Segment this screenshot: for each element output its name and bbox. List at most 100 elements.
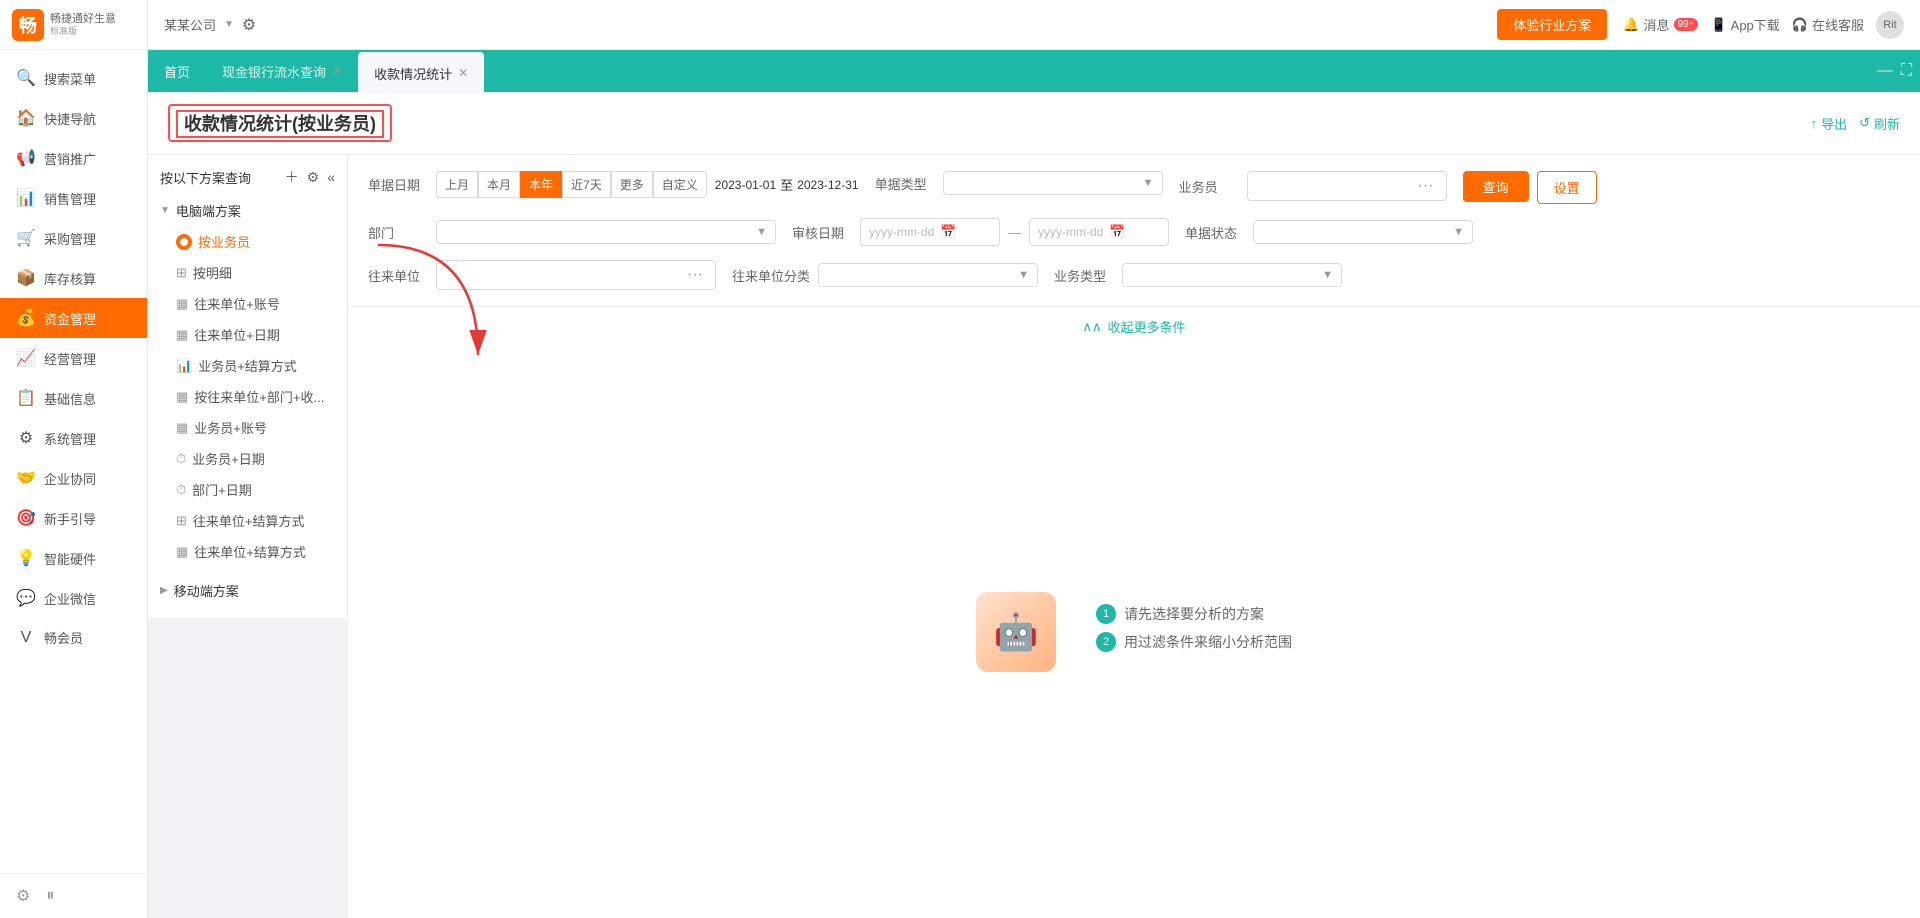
- maximize-icon[interactable]: ⛶: [1901, 62, 1912, 80]
- calendar-icon-2: 📅: [1109, 224, 1125, 240]
- query-button[interactable]: 查询: [1463, 171, 1529, 202]
- tree-item-detail[interactable]: ⊞ 按明细: [148, 257, 347, 288]
- status-select[interactable]: ▼: [1253, 220, 1473, 244]
- tree-item-staff-date[interactable]: ⏱ 业务员+日期: [148, 443, 347, 474]
- online-service-button[interactable]: 🎧 在线客服: [1792, 15, 1864, 34]
- type-chevron-icon: ▼: [1143, 177, 1154, 189]
- dept-select[interactable]: ▼: [436, 220, 776, 244]
- page-header: 收款情况统计(按业务员) ↑ 导出 ↺ 刷新: [148, 92, 1920, 155]
- date-label: 单据日期: [368, 175, 428, 194]
- tree-mobile-parent[interactable]: ▶ 移动端方案: [148, 575, 347, 606]
- dept-date-icon: ⏱: [176, 482, 186, 498]
- sidebar-nav: 🔍 搜索菜单 🏠 快捷导航 📢 营销推广 📊 销售管理 🛒 采购管理 📦 库存核…: [0, 50, 147, 873]
- sidebar-item-collab[interactable]: 🤝 企业协同: [0, 458, 147, 498]
- date-tab-7days[interactable]: 近7天: [562, 171, 611, 198]
- date-tab-this-month[interactable]: 本月: [478, 171, 520, 198]
- breadcrumb-chevron: ▼: [224, 19, 234, 30]
- sidebar-item-inventory[interactable]: 📦 库存核算: [0, 258, 147, 298]
- unit-more-icon[interactable]: ···: [683, 266, 707, 284]
- tree-item-dept-date[interactable]: ⏱ 部门+日期: [148, 474, 347, 505]
- collapse-icon[interactable]: «: [327, 169, 335, 185]
- sidebar-item-base-info[interactable]: 📋 基础信息: [0, 378, 147, 418]
- status-chevron-icon: ▼: [1453, 226, 1464, 238]
- settings-button[interactable]: 设置: [1537, 171, 1597, 204]
- page-title: 收款情况统计(按业务员): [176, 110, 384, 138]
- type-select[interactable]: ▼: [943, 171, 1163, 195]
- calendar-icon: 📅: [940, 224, 956, 240]
- user-avatar[interactable]: Rit: [1876, 11, 1904, 39]
- audit-date-from[interactable]: yyyy-mm-dd 📅: [860, 218, 1000, 246]
- filter-unit-category-item: 往来单位分类 ▼: [732, 263, 1038, 287]
- date-tab-custom[interactable]: 自定义: [653, 171, 707, 198]
- download-icon: 📱: [1710, 17, 1726, 33]
- sidebar-item-system[interactable]: ⚙ 系统管理: [0, 418, 147, 458]
- sidebar-item-wechat[interactable]: 💬 企业微信: [0, 578, 147, 618]
- sidebar-item-search[interactable]: 🔍 搜索菜单: [0, 58, 147, 98]
- audit-date-to[interactable]: yyyy-mm-dd 📅: [1029, 218, 1169, 246]
- tab-bank-flow[interactable]: 现金银行流水查询 ✕: [206, 50, 358, 92]
- filter-audit-date-item: 审核日期 yyyy-mm-dd 📅 — yyyy-mm-dd 📅: [792, 218, 1169, 246]
- tree-arrow-down: ▼: [160, 205, 170, 216]
- gear-icon[interactable]: ⚙: [307, 169, 320, 186]
- biz-type-select[interactable]: ▼: [1122, 263, 1342, 287]
- unit-category-select[interactable]: ▼: [818, 263, 1038, 287]
- date-tab-this-year[interactable]: 本年: [520, 171, 562, 198]
- tree-item-staff-payment[interactable]: 📊 业务员+结算方式: [148, 350, 347, 381]
- date-tab-last-month[interactable]: 上月: [436, 171, 478, 198]
- unit-settlement1-icon: ⊞: [176, 513, 187, 529]
- app-logo-text: 畅捷通好生意 标准版: [50, 12, 116, 38]
- tree-item-unit-settlement2[interactable]: ▦ 往来单位+结算方式: [148, 536, 347, 567]
- tree-item-unit-account[interactable]: ▦ 往来单位+账号: [148, 288, 347, 319]
- sidebar-item-guide[interactable]: 🎯 新手引导: [0, 498, 147, 538]
- tab-receipt-stats[interactable]: 收款情况统计 ✕: [358, 52, 484, 94]
- empty-step-1: 1 请先选择要分析的方案: [1096, 604, 1292, 624]
- staff-more-icon[interactable]: ···: [1414, 177, 1438, 195]
- footer-settings-icon[interactable]: ⚙: [16, 886, 30, 906]
- sidebar-item-quicknav[interactable]: 🏠 快捷导航: [0, 98, 147, 138]
- settings-gear-icon[interactable]: ⚙: [242, 15, 256, 35]
- filter-date-item: 单据日期 上月 本月 本年 近7天 更多 自定义 2023-01-01 至: [368, 171, 859, 198]
- staff-select[interactable]: ···: [1247, 171, 1447, 201]
- filter-section: 单据日期 上月 本月 本年 近7天 更多 自定义 2023-01-01 至: [348, 155, 1920, 306]
- refresh-button[interactable]: ↺ 刷新: [1859, 114, 1900, 133]
- money-icon: 💰: [16, 308, 36, 328]
- tree-item-by-unit-dept[interactable]: ▦ 按往来单位+部门+收...: [148, 381, 347, 412]
- tree-item-staff-account[interactable]: ▦ 业务员+账号: [148, 412, 347, 443]
- cart-icon: 🛒: [16, 228, 36, 248]
- export-button[interactable]: ↑ 导出: [1811, 114, 1848, 133]
- tree-item-by-staff[interactable]: 按业务员: [148, 226, 347, 257]
- app-download-button[interactable]: 📱 App下载: [1710, 15, 1779, 34]
- sidebar-item-sales[interactable]: 📊 销售管理: [0, 178, 147, 218]
- unit-label: 往来单位: [368, 266, 428, 285]
- footer-pause-icon[interactable]: ⏸: [46, 887, 54, 905]
- sidebar-item-management[interactable]: 📈 经营管理: [0, 338, 147, 378]
- bell-icon: 🔔: [1623, 17, 1639, 33]
- date-tabs: 上月 本月 本年 近7天 更多 自定义: [436, 171, 707, 198]
- sidebar-item-member[interactable]: V 畅会员: [0, 618, 147, 657]
- sidebar-item-marketing[interactable]: 📢 营销推广: [0, 138, 147, 178]
- notification-button[interactable]: 🔔 消息 99+: [1623, 15, 1698, 34]
- wechat-icon: 💬: [16, 588, 36, 608]
- audit-to-placeholder: yyyy-mm-dd: [1038, 225, 1103, 239]
- minimize-icon[interactable]: —: [1877, 62, 1893, 80]
- tab-close-receipt[interactable]: ✕: [458, 66, 468, 80]
- add-icon[interactable]: ＋: [285, 167, 299, 187]
- tree-item-unit-date[interactable]: ▦ 往来单位+日期: [148, 319, 347, 350]
- sidebar-item-hardware[interactable]: 💡 智能硬件: [0, 538, 147, 578]
- sidebar-item-finance[interactable]: 💰 资金管理: [0, 298, 147, 338]
- trial-button[interactable]: 体验行业方案: [1497, 9, 1607, 40]
- filter-dept-item: 部门 ▼: [368, 220, 776, 244]
- date-tab-more[interactable]: 更多: [611, 171, 653, 198]
- tab-close-bank[interactable]: ✕: [332, 64, 342, 78]
- tab-home[interactable]: 首页: [148, 50, 206, 92]
- unit-select[interactable]: ···: [436, 260, 716, 290]
- table-icon: ▦: [176, 389, 188, 405]
- biz-type-chevron-icon: ▼: [1322, 269, 1333, 281]
- tree-desktop-parent[interactable]: ▼ 电脑端方案: [148, 195, 347, 226]
- date-to-text: 2023-12-31: [797, 178, 858, 192]
- step-2-num: 2: [1096, 632, 1116, 652]
- tree-item-unit-settlement1[interactable]: ⊞ 往来单位+结算方式: [148, 505, 347, 536]
- collapse-bar[interactable]: ∧∧ 收起更多条件: [348, 306, 1920, 346]
- filter-staff-item: 业务员 ···: [1179, 171, 1447, 201]
- sidebar-item-purchase[interactable]: 🛒 采购管理: [0, 218, 147, 258]
